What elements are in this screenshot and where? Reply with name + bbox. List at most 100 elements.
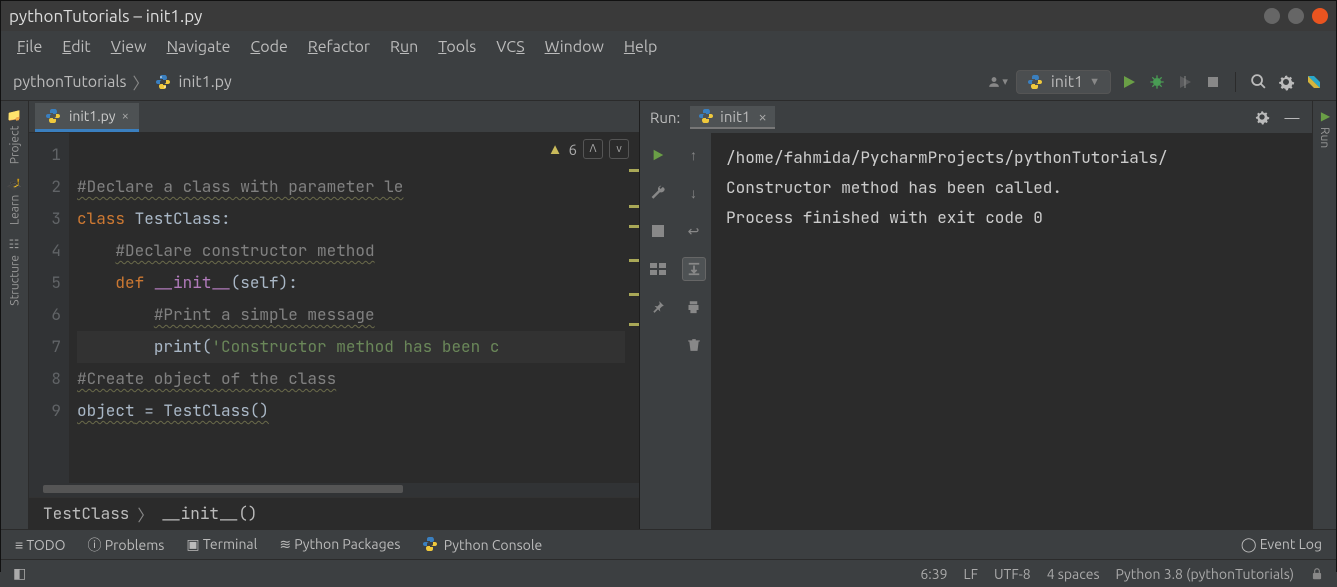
wrench-icon[interactable] <box>646 181 670 205</box>
right-tool-stripe: ▶ Run <box>1312 101 1336 529</box>
run-toolbar-2: ↑ ↓ ↩ <box>676 133 712 529</box>
structure-icon: ☷ <box>8 237 22 251</box>
stop-run-button <box>646 219 670 243</box>
code-line: #Print a simple message <box>77 304 375 325</box>
tool-project[interactable]: Project 📁 <box>8 107 22 164</box>
next-highlight-button[interactable]: v <box>609 139 629 159</box>
trash-icon[interactable] <box>682 333 706 357</box>
code-line: object = TestClass() <box>77 400 269 421</box>
hide-run-button[interactable]: — <box>1282 107 1302 127</box>
windows-icon[interactable]: ◧ <box>13 565 26 582</box>
code-line: #Declare a class with parameter le <box>77 176 403 197</box>
python-icon <box>698 108 714 124</box>
prev-highlight-button[interactable]: ʌ <box>583 139 603 159</box>
menu-window[interactable]: Window <box>545 38 604 56</box>
warning-icon: ▲ <box>548 140 563 158</box>
editor-breadcrumb[interactable]: TestClass 〉 __init__() <box>29 497 639 529</box>
main-menubar: File Edit View Navigate Code Refactor Ru… <box>1 31 1336 63</box>
menu-vcs[interactable]: VCS <box>496 38 524 56</box>
breadcrumb-file[interactable]: init1.py <box>179 73 232 91</box>
run-config-selector[interactable]: init1 ▼ <box>1016 70 1111 94</box>
run-header: Run: init1 × — <box>640 101 1312 133</box>
learn-icon: 🎓 <box>8 176 22 191</box>
close-run-tab-icon[interactable]: × <box>758 108 766 125</box>
jetbrains-icon[interactable] <box>1304 72 1324 92</box>
pin-button[interactable] <box>646 295 670 319</box>
stop-button <box>1203 72 1223 92</box>
line-gutter: 1 2 3 4 5 6 7 8 9 <box>29 133 69 483</box>
window-minimize-button[interactable] <box>1264 8 1280 24</box>
chevron-down-icon: ▼ <box>1089 76 1100 88</box>
run-coverage-button[interactable] <box>1175 72 1195 92</box>
python-sdk[interactable]: Python 3.8 (pythonTutorials) <box>1116 566 1294 582</box>
inspection-widget[interactable]: ▲ 6 ʌ v <box>548 139 629 159</box>
menu-code[interactable]: Code <box>250 38 287 56</box>
soft-wrap-icon[interactable]: ↩ <box>682 219 706 243</box>
code-area[interactable]: 1 2 3 4 5 6 7 8 9 #Declare a class with … <box>29 133 639 483</box>
indent-setting[interactable]: 4 spaces <box>1047 566 1100 582</box>
console-line: /home/fahmida/PycharmProjects/pythonTuto… <box>726 143 1298 173</box>
window-maximize-button[interactable] <box>1288 8 1304 24</box>
menu-edit[interactable]: Edit <box>62 38 90 56</box>
scroll-to-end-icon[interactable] <box>682 257 706 281</box>
code-line: def __init__(self): <box>77 272 298 293</box>
left-tool-stripe: Project 📁 Learn 🎓 Structure ☷ <box>1 101 29 529</box>
caret-position[interactable]: 6:39 <box>920 566 947 582</box>
editor-h-scrollbar[interactable] <box>29 483 639 497</box>
run-console-output[interactable]: /home/fahmida/PycharmProjects/pythonTuto… <box>712 133 1312 529</box>
main-area: Project 📁 Learn 🎓 Structure ☷ init1.py ×… <box>1 101 1336 529</box>
chevron-right-icon: 〉 <box>132 70 148 94</box>
window-titlebar: pythonTutorials – init1.py <box>1 1 1336 31</box>
line-ending[interactable]: LF <box>964 566 979 582</box>
bottom-problems[interactable]: ⓘ Problems <box>88 535 165 555</box>
editor-tab-label: init1.py <box>69 108 116 124</box>
code-content[interactable]: #Declare a class with parameter le class… <box>69 133 639 483</box>
bottom-event-log[interactable]: ◯ Event Log <box>1241 536 1322 553</box>
run-tab[interactable]: init1 × <box>690 106 775 129</box>
run-button[interactable] <box>1119 72 1139 92</box>
close-tab-icon[interactable]: × <box>122 109 129 123</box>
tool-run[interactable]: ▶ Run <box>1318 109 1332 148</box>
layout-button[interactable] <box>646 257 670 281</box>
breadcrumb[interactable]: pythonTutorials 〉 init1.py <box>13 70 232 94</box>
editor-tab-init1[interactable]: init1.py × <box>35 103 139 132</box>
menu-file[interactable]: File <box>17 38 42 56</box>
run-settings-button[interactable] <box>1252 107 1272 127</box>
print-icon[interactable] <box>682 295 706 319</box>
up-arrow-icon[interactable]: ↑ <box>682 143 706 167</box>
menu-help[interactable]: Help <box>624 38 658 56</box>
folder-icon: 📁 <box>8 107 22 122</box>
python-file-icon <box>155 74 171 90</box>
rerun-button[interactable] <box>646 143 670 167</box>
breadcrumb-root[interactable]: pythonTutorials <box>13 73 126 91</box>
menu-run[interactable]: Run <box>390 38 418 56</box>
code-line: #Declare constructor method <box>77 240 375 261</box>
debug-button[interactable] <box>1147 72 1167 92</box>
down-arrow-icon[interactable]: ↓ <box>682 181 706 205</box>
python-icon <box>1027 74 1043 90</box>
bottom-terminal[interactable]: ▣ Terminal <box>186 536 257 553</box>
error-stripe[interactable] <box>625 165 639 433</box>
menu-tools[interactable]: Tools <box>438 38 476 56</box>
user-icon[interactable]: ▾ <box>988 72 1008 92</box>
window-close-button[interactable] <box>1312 8 1328 24</box>
bottom-console[interactable]: Python Console <box>422 536 542 553</box>
navigation-bar: pythonTutorials 〉 init1.py ▾ init1 ▼ <box>1 63 1336 101</box>
tool-learn[interactable]: Learn 🎓 <box>8 176 22 225</box>
run-play-icon: ▶ <box>1318 109 1332 123</box>
menu-refactor[interactable]: Refactor <box>308 38 370 56</box>
run-title: Run: <box>650 109 680 126</box>
menu-navigate[interactable]: Navigate <box>167 38 231 56</box>
run-toolbar-1 <box>640 133 676 529</box>
file-encoding[interactable]: UTF-8 <box>994 566 1031 582</box>
bottom-packages[interactable]: ≋ Python Packages <box>279 536 400 553</box>
search-button[interactable] <box>1248 72 1268 92</box>
menu-view[interactable]: View <box>111 38 147 56</box>
tool-structure[interactable]: Structure ☷ <box>8 237 22 306</box>
settings-button[interactable] <box>1276 72 1296 92</box>
code-line: class TestClass: <box>77 208 231 229</box>
bottom-todo[interactable]: ≡ TODO <box>15 537 66 553</box>
lock-icon[interactable] <box>1310 567 1324 581</box>
python-file-icon <box>45 108 61 124</box>
console-line: Constructor method has been called. <box>726 173 1298 203</box>
